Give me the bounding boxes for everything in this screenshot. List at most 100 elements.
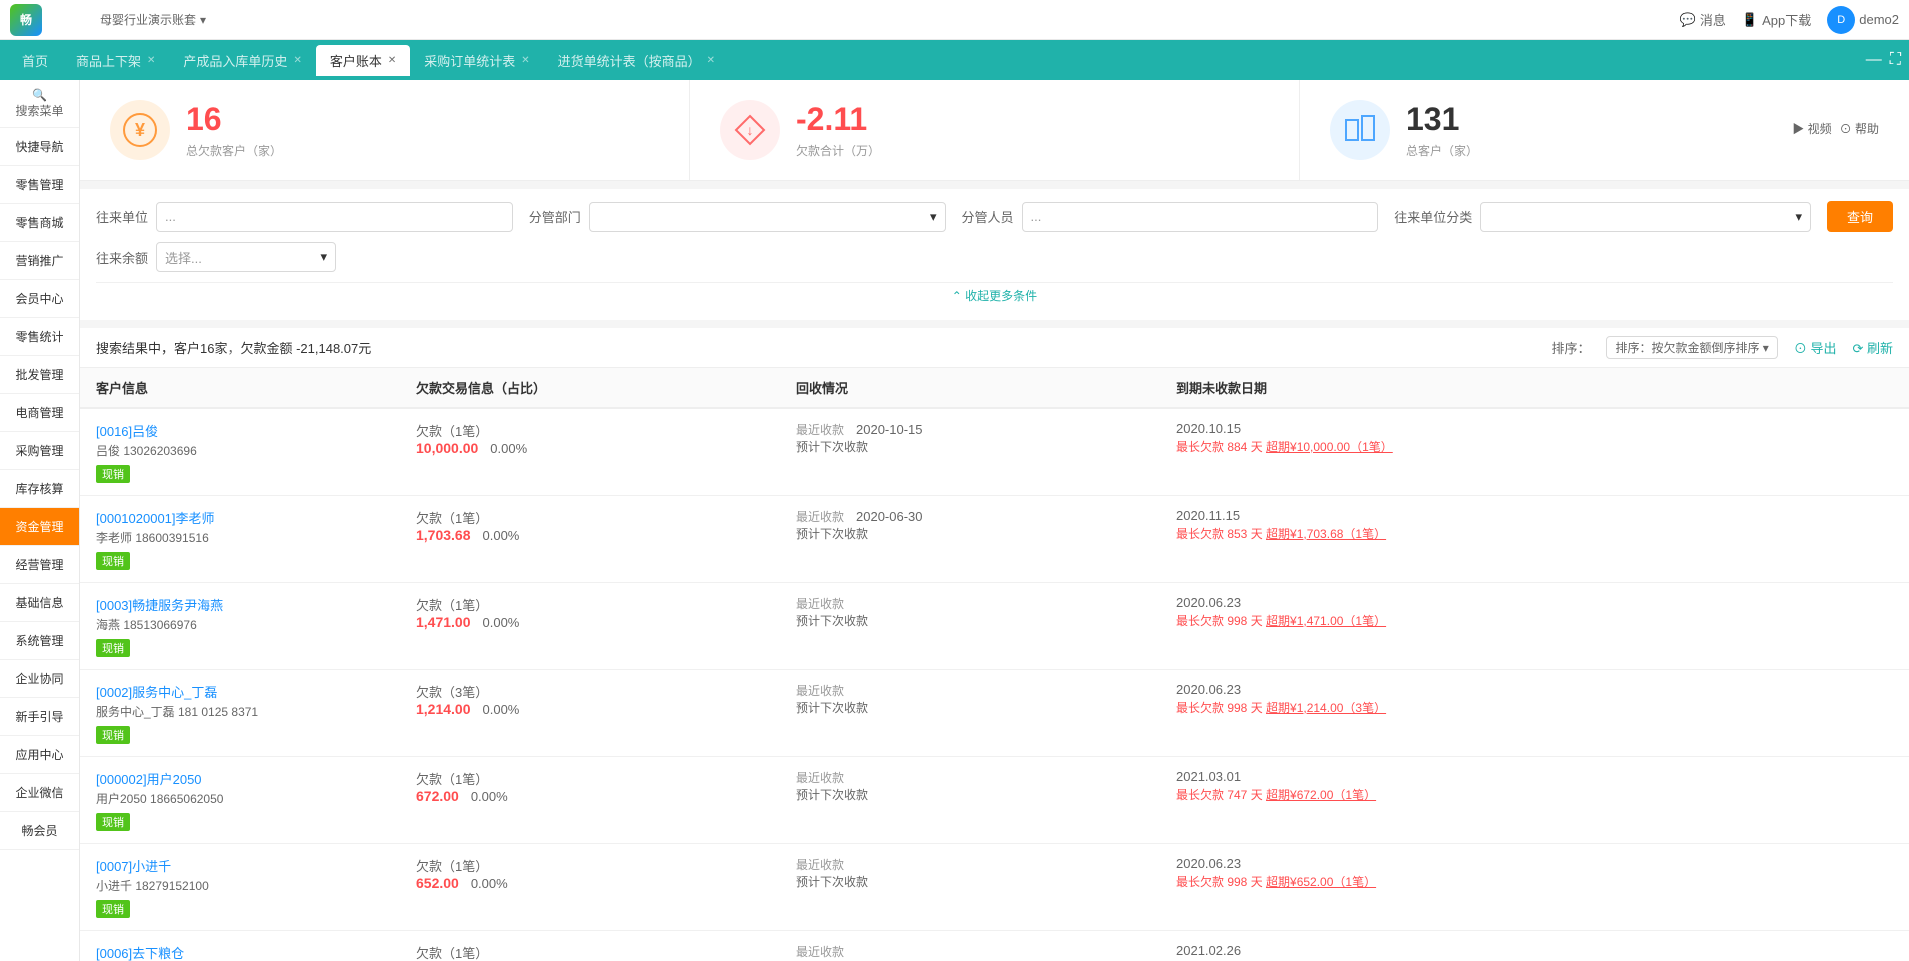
overdue-link[interactable]: 超期¥1,214.00（3笔）	[1266, 701, 1386, 715]
sidebar-item-retail-stats[interactable]: 零售统计	[0, 318, 79, 356]
sidebar-item-app-center[interactable]: 应用中心	[0, 736, 79, 774]
tab-inventory-close[interactable]: ✕	[707, 55, 715, 66]
overdue-link[interactable]: 超期¥672.00（1笔）	[1266, 788, 1376, 802]
due-date-cell: 2020.06.23 最长欠款 998 天 超期¥1,214.00（3笔）	[1176, 682, 1893, 716]
sidebar-item-purchase[interactable]: 采购管理	[0, 432, 79, 470]
balance-label: 往来余额	[96, 248, 148, 267]
stat-card-debt-customers: ¥ 16 总欠款客户（家）	[80, 80, 690, 180]
supplier-filter: 往来单位 ...	[96, 202, 513, 232]
app-download-btn[interactable]: 📱 App下载	[1742, 10, 1811, 29]
tab-home[interactable]: 首页	[8, 45, 62, 76]
debt-percent: 0.00%	[483, 528, 520, 543]
sidebar-item-marketing[interactable]: 营销推广	[0, 242, 79, 280]
sidebar-item-inventory-check[interactable]: 库存核算	[0, 470, 79, 508]
overdue-link[interactable]: 超期¥10,000.00（1笔）	[1266, 440, 1393, 454]
tab-history-close[interactable]: ✕	[293, 55, 301, 66]
stat-value-debt-customers: 16	[186, 101, 282, 138]
next-pay: 预计下次收款	[796, 612, 1176, 629]
tab-account-close[interactable]: ✕	[388, 55, 396, 66]
debt-percent: 0.00%	[471, 789, 508, 804]
sidebar-item-ecommerce[interactable]: 电商管理	[0, 394, 79, 432]
sidebar: 🔍 搜索菜单 快捷导航 零售管理 零售商城 营销推广 会员中心 零售统计 批发管…	[0, 80, 80, 961]
sidebar-item-retail-store[interactable]: 零售商城	[0, 204, 79, 242]
debt-count: 欠款（1笔）	[416, 769, 796, 788]
supplier-input[interactable]: ...	[156, 202, 513, 232]
dept-filter: 分管部门 ▾	[529, 202, 946, 232]
tab-products-close[interactable]: ✕	[147, 55, 155, 66]
pay-label: 最近收款	[796, 769, 844, 786]
table-wrapper: 客户信息 欠款交易信息（占比） 回收情况 到期未收款日期 [0016]吕俊 吕俊…	[80, 368, 1909, 961]
sidebar-item-basic-info[interactable]: 基础信息	[0, 584, 79, 622]
overdue-info: 最长欠款 884 天 超期¥10,000.00（1笔）	[1176, 438, 1893, 455]
manager-input[interactable]: ...	[1022, 202, 1379, 232]
export-btn[interactable]: ⊙ 导出	[1794, 338, 1837, 357]
debt-percent: 0.00%	[471, 876, 508, 891]
sidebar-item-vip[interactable]: 畅会员	[0, 812, 79, 850]
customer-name[interactable]: [000002]用户2050	[96, 769, 416, 788]
tab-inventory[interactable]: 进货单统计表（按商品） ✕	[544, 45, 729, 76]
overdue-info: 最长欠款 998 天 超期¥652.00（1笔）	[1176, 873, 1893, 890]
help-btn[interactable]: ⊙ 帮助	[1840, 120, 1879, 137]
filter-area: 往来单位 ... 分管部门 ▾ 分管人员 ...	[80, 189, 1909, 320]
stat-label-total-debt: 欠款合计（万）	[796, 142, 880, 159]
dept-select[interactable]: ▾	[589, 202, 946, 232]
tab-history[interactable]: 产成品入库单历史 ✕	[169, 45, 315, 76]
sidebar-item-members[interactable]: 会员中心	[0, 280, 79, 318]
customer-name[interactable]: [0001020001]李老师	[96, 508, 416, 527]
message-btn[interactable]: 💬 消息	[1680, 10, 1726, 29]
customer-name[interactable]: [0016]吕俊	[96, 421, 416, 440]
search-button[interactable]: 查询	[1827, 201, 1893, 232]
customer-phone: 海燕 18513066976	[96, 616, 416, 633]
due-date-cell: 2020.06.23 最长欠款 998 天 超期¥652.00（1笔）	[1176, 856, 1893, 890]
tab-purchase[interactable]: 采购订单统计表 ✕	[410, 45, 543, 76]
debt-percent: 0.00%	[483, 702, 520, 717]
customer-name[interactable]: [0003]畅捷服务尹海燕	[96, 595, 416, 614]
sidebar-item-wechat[interactable]: 企业微信	[0, 774, 79, 812]
customer-info-cell: [0002]服务中心_丁磊 服务中心_丁磊 181 0125 8371 现销	[96, 682, 416, 744]
balance-select[interactable]: 选择... ▾	[156, 242, 336, 272]
sidebar-item-operations[interactable]: 经营管理	[0, 546, 79, 584]
refresh-btn[interactable]: ⟳ 刷新	[1852, 338, 1893, 357]
customer-tag: 现销	[96, 813, 130, 831]
due-date: 2020.06.23	[1176, 682, 1893, 697]
debt-amount: 10,000.00	[416, 440, 478, 456]
tab-account-label: 客户账本	[330, 51, 382, 70]
maximize-icon[interactable]: ⛶	[1890, 51, 1901, 69]
collapse-filters[interactable]: ⌃ 收起更多条件	[96, 282, 1893, 308]
customer-name[interactable]: [0007]小进千	[96, 856, 416, 875]
customer-phone: 服务中心_丁磊 181 0125 8371	[96, 703, 416, 720]
company-selector[interactable]: 母婴行业演示账套 ▾	[100, 11, 206, 28]
tab-account[interactable]: 客户账本 ✕	[316, 45, 410, 76]
payment-status-cell: 最近收款 预计下次收款	[796, 943, 1176, 961]
tab-products[interactable]: 商品上下架 ✕	[62, 45, 169, 76]
sidebar-item-enterprise[interactable]: 企业协同	[0, 660, 79, 698]
table-row: [0001020001]李老师 李老师 18600391516 现销 欠款（1笔…	[80, 496, 1909, 583]
tab-purchase-close[interactable]: ✕	[521, 55, 529, 66]
sort-select[interactable]: 排序：按欠款金额倒序排序 ▾	[1606, 336, 1777, 359]
pay-label: 最近收款	[796, 943, 844, 960]
sidebar-item-capital[interactable]: 资金管理	[0, 508, 79, 546]
debt-amount: 652.00	[416, 875, 459, 891]
tab-bar: 首页 商品上下架 ✕ 产成品入库单历史 ✕ 客户账本 ✕ 采购订单统计表 ✕ 进…	[0, 40, 1909, 80]
sidebar-item-quick-nav[interactable]: 快捷导航	[0, 128, 79, 166]
payment-status-cell: 最近收款 预计下次收款	[796, 769, 1176, 803]
customer-name[interactable]: [0002]服务中心_丁磊	[96, 682, 416, 701]
sidebar-item-batch-mgmt[interactable]: 批发管理	[0, 356, 79, 394]
user-menu[interactable]: D demo2	[1827, 6, 1899, 34]
video-btn[interactable]: ▶ 视频	[1792, 120, 1831, 137]
overdue-link[interactable]: 超期¥1,471.00（1笔）	[1266, 614, 1386, 628]
sidebar-item-retail-mgmt[interactable]: 零售管理	[0, 166, 79, 204]
sidebar-item-system[interactable]: 系统管理	[0, 622, 79, 660]
customer-info-cell: [000002]用户2050 用户2050 18665062050 现销	[96, 769, 416, 831]
overdue-link[interactable]: 超期¥1,703.68（1笔）	[1266, 527, 1386, 541]
sidebar-item-newbie[interactable]: 新手引导	[0, 698, 79, 736]
customer-name[interactable]: [0006]去下粮仓	[96, 943, 416, 961]
minimize-icon[interactable]: —	[1866, 51, 1882, 69]
overdue-info: 最长欠款 853 天 超期¥1,703.68（1笔）	[1176, 525, 1893, 542]
col-customer-info: 客户信息	[96, 378, 416, 397]
category-select[interactable]: ▾	[1480, 202, 1811, 232]
debt-count: 欠款（1笔）	[416, 508, 796, 527]
sidebar-search[interactable]: 🔍 搜索菜单	[0, 80, 79, 128]
overdue-link[interactable]: 超期¥652.00（1笔）	[1266, 875, 1376, 889]
content-area: ¥ 16 总欠款客户（家） ↓ -2.11 欠款合计（万）	[80, 80, 1909, 961]
